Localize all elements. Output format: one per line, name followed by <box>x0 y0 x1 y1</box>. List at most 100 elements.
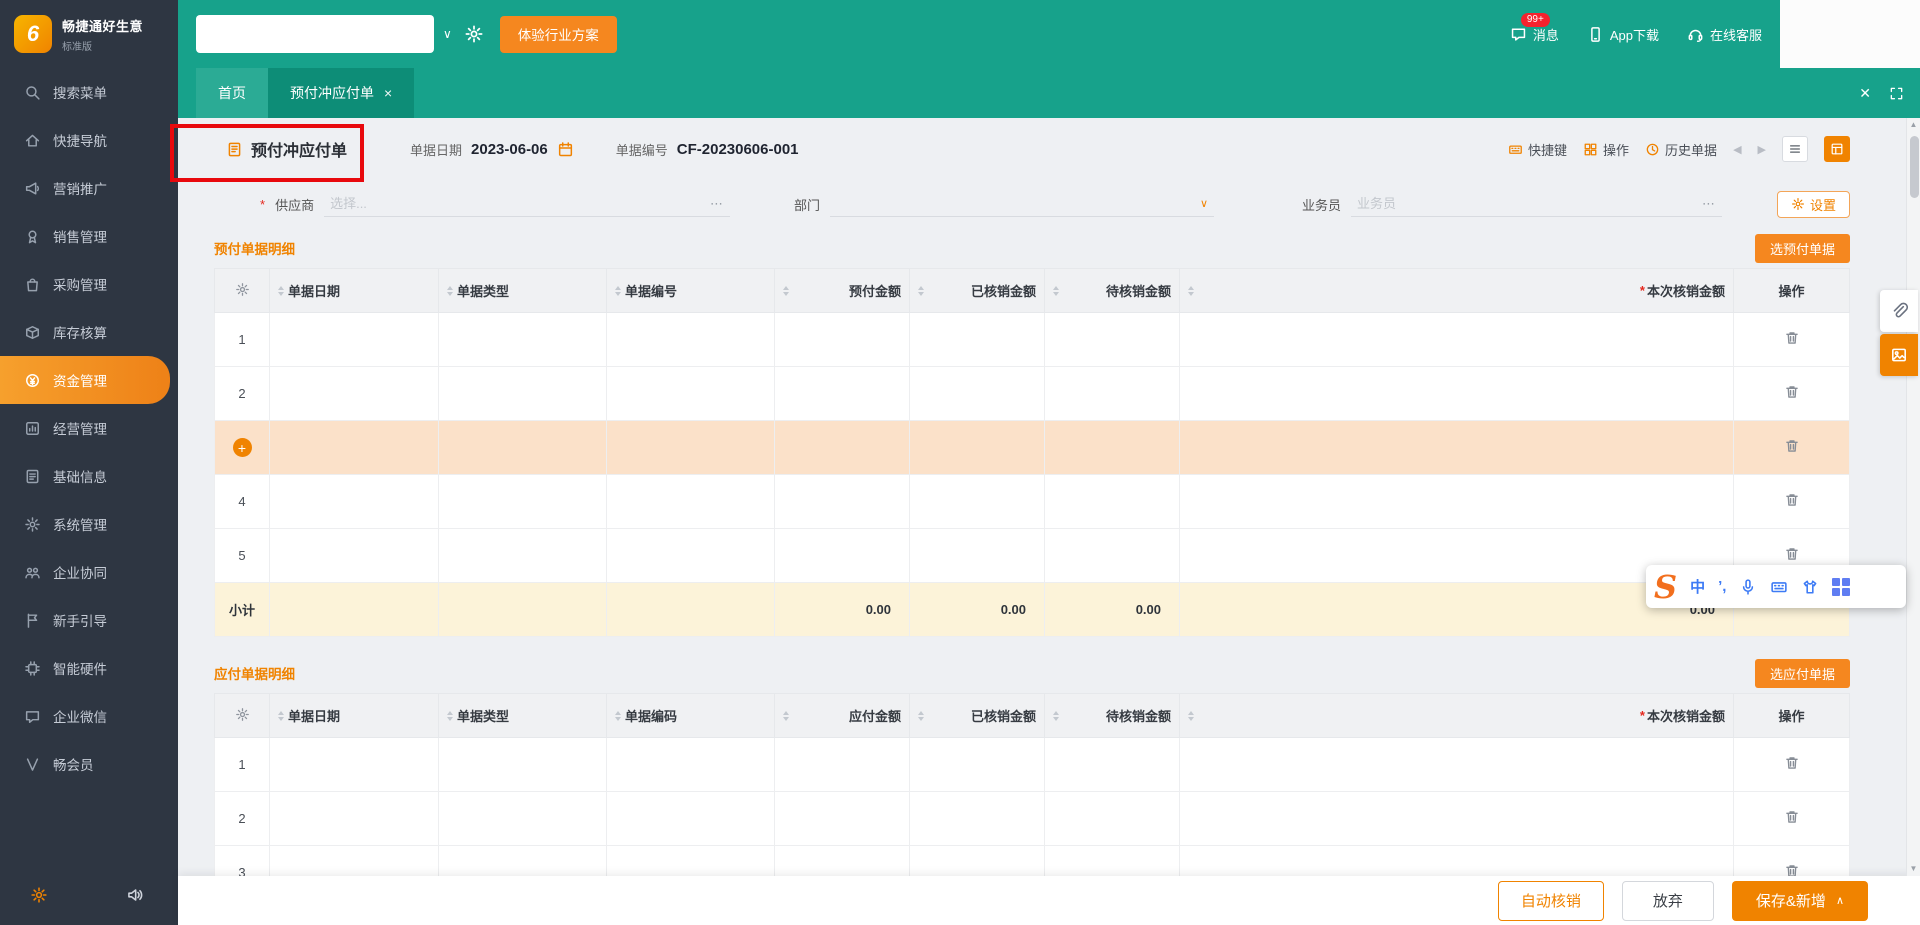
scroll-down-icon[interactable]: ▼ <box>1910 865 1918 873</box>
gear-icon[interactable] <box>464 24 484 44</box>
sidebar-item-collaboration[interactable]: 企业协同 <box>0 548 178 596</box>
ime-punctuation-toggle[interactable]: ’, <box>1718 578 1726 595</box>
col-header-written[interactable]: 已核销金额 <box>909 693 1045 738</box>
sidebar-item-search-menu[interactable]: 搜索菜单 <box>0 68 178 116</box>
salesman-input[interactable] <box>1357 196 1696 211</box>
cell[interactable] <box>1179 791 1734 846</box>
workspace-selector[interactable] <box>196 15 434 53</box>
cell[interactable] <box>269 845 439 876</box>
col-header-number[interactable]: 单据编号 <box>606 268 775 313</box>
cell[interactable] <box>1044 474 1180 529</box>
cell[interactable] <box>774 366 910 421</box>
col-header-current[interactable]: * 本次核销金额 <box>1179 693 1734 738</box>
cell[interactable] <box>269 366 439 421</box>
cell[interactable] <box>774 420 910 475</box>
cell[interactable] <box>438 312 607 367</box>
screenshot-button[interactable] <box>1880 334 1918 376</box>
scroll-thumb[interactable] <box>1909 136 1919 198</box>
department-dropdown-icon[interactable]: ∨ <box>1200 197 1208 210</box>
skin-icon[interactable] <box>1801 578 1819 596</box>
sidebar-item-quick-nav[interactable]: 快捷导航 <box>0 116 178 164</box>
cell[interactable] <box>1044 420 1180 475</box>
sidebar-item-wechat[interactable]: 企业微信 <box>0 692 178 740</box>
sidebar-item-purchase[interactable]: 采购管理 <box>0 260 178 308</box>
cell[interactable] <box>269 420 439 475</box>
cell[interactable] <box>774 474 910 529</box>
cell[interactable] <box>269 528 439 583</box>
shortcut-keys-button[interactable]: 快捷键 <box>1508 140 1567 159</box>
cell[interactable] <box>438 791 607 846</box>
sidebar-item-operations[interactable]: 经营管理 <box>0 404 178 452</box>
cell[interactable] <box>269 791 439 846</box>
tab-prepay-offset[interactable]: 预付冲应付单 × <box>268 68 415 118</box>
cell[interactable] <box>269 737 439 792</box>
col-header-date[interactable]: 单据日期 <box>269 268 439 313</box>
cell[interactable] <box>1179 420 1734 475</box>
cell[interactable] <box>269 474 439 529</box>
cell[interactable] <box>909 737 1045 792</box>
col-header-amount[interactable]: 预付金额 <box>774 268 910 313</box>
calendar-icon[interactable] <box>557 141 574 158</box>
ime-language-toggle[interactable]: 中 <box>1690 576 1705 597</box>
cell[interactable] <box>909 845 1045 876</box>
cell[interactable] <box>1179 366 1734 421</box>
cell[interactable] <box>1044 845 1180 876</box>
form-view-toggle[interactable] <box>1824 136 1850 162</box>
delete-row-icon[interactable] <box>1784 330 1800 346</box>
scrollbar[interactable]: ▲ ▼ <box>1906 118 1920 876</box>
cell[interactable] <box>1179 474 1734 529</box>
col-header-type[interactable]: 单据类型 <box>438 693 607 738</box>
col-header-written[interactable]: 已核销金额 <box>909 268 1045 313</box>
cell[interactable] <box>1044 791 1180 846</box>
cell[interactable] <box>269 312 439 367</box>
cell[interactable] <box>1179 845 1734 876</box>
attachment-button[interactable] <box>1880 290 1918 332</box>
delete-row-icon[interactable] <box>1784 384 1800 400</box>
sidebar-item-member[interactable]: 畅会员 <box>0 740 178 788</box>
cell[interactable] <box>774 528 910 583</box>
cell[interactable] <box>909 312 1045 367</box>
app-download-button[interactable]: App下载 <box>1587 25 1659 44</box>
cell[interactable] <box>909 474 1045 529</box>
cell[interactable] <box>438 528 607 583</box>
close-tab-icon[interactable]: × <box>384 85 392 101</box>
volume-icon[interactable] <box>126 886 144 904</box>
cell[interactable] <box>438 845 607 876</box>
cell[interactable] <box>606 528 775 583</box>
cell[interactable] <box>1179 737 1734 792</box>
prev-doc-icon[interactable]: ◀ <box>1733 143 1741 156</box>
delete-row-icon[interactable] <box>1784 863 1800 876</box>
tab-home[interactable]: 首页 <box>196 68 268 118</box>
delete-row-icon[interactable] <box>1784 438 1800 454</box>
delete-row-icon[interactable] <box>1784 492 1800 508</box>
column-config[interactable] <box>214 693 270 738</box>
history-button[interactable]: 历史单据 <box>1645 140 1717 159</box>
sogou-logo[interactable]: S <box>1654 571 1677 603</box>
cell[interactable] <box>909 366 1045 421</box>
cell[interactable] <box>606 791 775 846</box>
cell[interactable] <box>606 737 775 792</box>
col-header-pending[interactable]: 待核销金额 <box>1044 693 1180 738</box>
cell[interactable] <box>606 474 775 529</box>
cell[interactable] <box>1179 312 1734 367</box>
delete-row-icon[interactable] <box>1784 809 1800 825</box>
col-header-pending[interactable]: 待核销金额 <box>1044 268 1180 313</box>
cell[interactable] <box>1044 366 1180 421</box>
select-prepay-button[interactable]: 选预付单据 <box>1754 233 1850 263</box>
cell[interactable] <box>1044 528 1180 583</box>
cell[interactable] <box>909 420 1045 475</box>
sidebar-item-basic-info[interactable]: 基础信息 <box>0 452 178 500</box>
sidebar-item-hardware[interactable]: 智能硬件 <box>0 644 178 692</box>
cell[interactable] <box>774 312 910 367</box>
next-doc-icon[interactable]: ▶ <box>1758 143 1766 156</box>
column-config[interactable] <box>214 268 270 313</box>
discard-button[interactable]: 放弃 <box>1621 880 1714 921</box>
list-view-toggle[interactable] <box>1782 136 1808 162</box>
cell[interactable] <box>909 528 1045 583</box>
col-header-type[interactable]: 单据类型 <box>438 268 607 313</box>
department-input[interactable] <box>836 196 1194 211</box>
toolbox-icon[interactable] <box>1832 577 1851 596</box>
salesman-picker-icon[interactable]: ⋯ <box>1702 196 1716 212</box>
messages-button[interactable]: 99+ 消息 <box>1510 12 1559 44</box>
select-payable-button[interactable]: 选应付单据 <box>1754 658 1850 688</box>
